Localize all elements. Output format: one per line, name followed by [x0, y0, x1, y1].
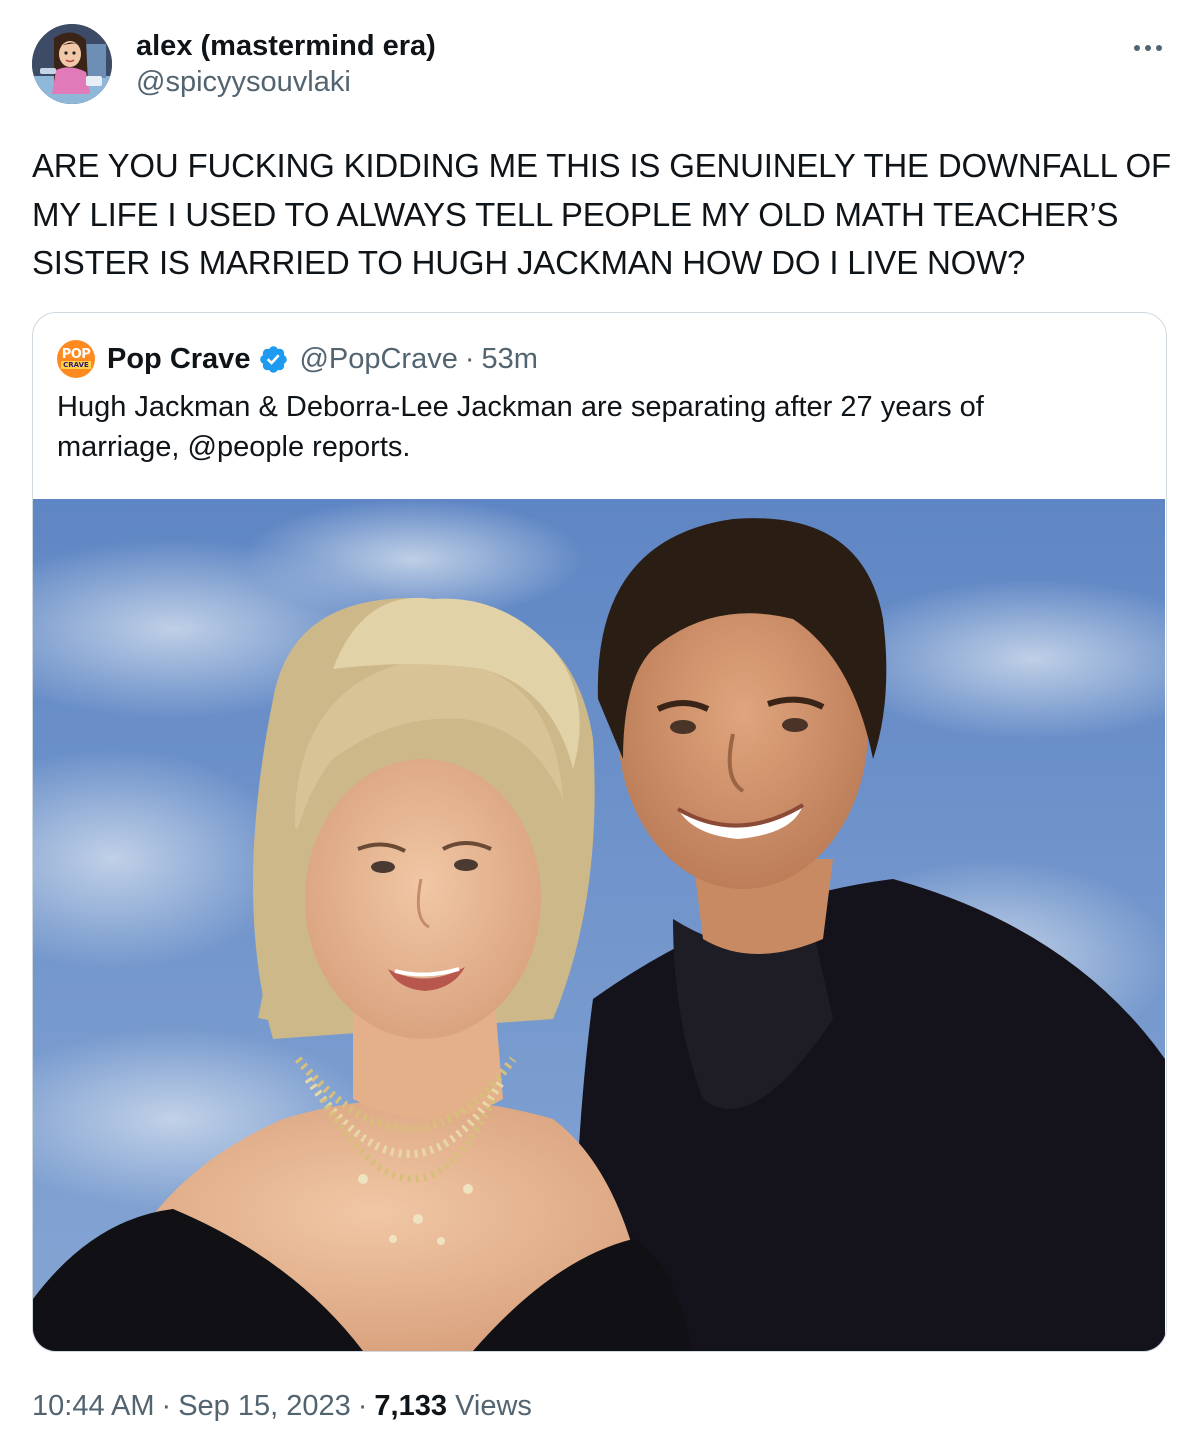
- tweet-header: alex (mastermind era) @spicyysouvlaki: [32, 24, 1168, 108]
- verified-badge-icon: [260, 345, 288, 373]
- quoted-tweet-text: Hugh Jackman & Deborra-Lee Jackman are s…: [57, 391, 984, 463]
- views-label: Views: [455, 1390, 532, 1422]
- separator-dot: ·: [161, 1390, 172, 1422]
- tweet-text: ARE YOU FUCKING KIDDING ME THIS IS GENUI…: [32, 147, 1171, 281]
- author-avatar[interactable]: [32, 24, 112, 104]
- quoted-tweet-photo[interactable]: [33, 499, 1165, 1351]
- tweet-meta: 10:44 AM · Sep 15, 2023 · 7,133 Views: [32, 1388, 532, 1424]
- couple-photo: [33, 499, 1165, 1351]
- author-handle[interactable]: @spicyysouvlaki: [136, 64, 436, 100]
- quoted-author-handle[interactable]: @PopCrave: [299, 343, 457, 376]
- separator-dot: ·: [464, 342, 475, 375]
- views-count: 7,133: [374, 1390, 447, 1422]
- quoted-tweet-time[interactable]: 53m: [482, 343, 538, 376]
- quoted-tweet-header: POP CRAVE Pop Crave @PopCrave · 53m: [57, 340, 538, 378]
- quoted-author-display-name[interactable]: Pop Crave: [107, 343, 250, 376]
- avatar-illustration: [32, 24, 112, 104]
- separator-dot: ·: [357, 1390, 368, 1422]
- tweet-date[interactable]: Sep 15, 2023: [178, 1390, 351, 1422]
- author-display-name[interactable]: alex (mastermind era): [136, 28, 436, 64]
- avatar-logo-subtext: CRAVE: [61, 361, 91, 369]
- avatar-logo-text: POP: [61, 347, 91, 362]
- tweet-time[interactable]: 10:44 AM: [32, 1390, 155, 1422]
- more-horizontal-icon[interactable]: [1128, 34, 1168, 64]
- quoted-tweet-card[interactable]: POP CRAVE Pop Crave @PopCrave · 53m Hugh…: [32, 312, 1167, 1352]
- author-info: alex (mastermind era) @spicyysouvlaki: [136, 28, 436, 100]
- quoted-author-avatar[interactable]: POP CRAVE: [57, 340, 95, 378]
